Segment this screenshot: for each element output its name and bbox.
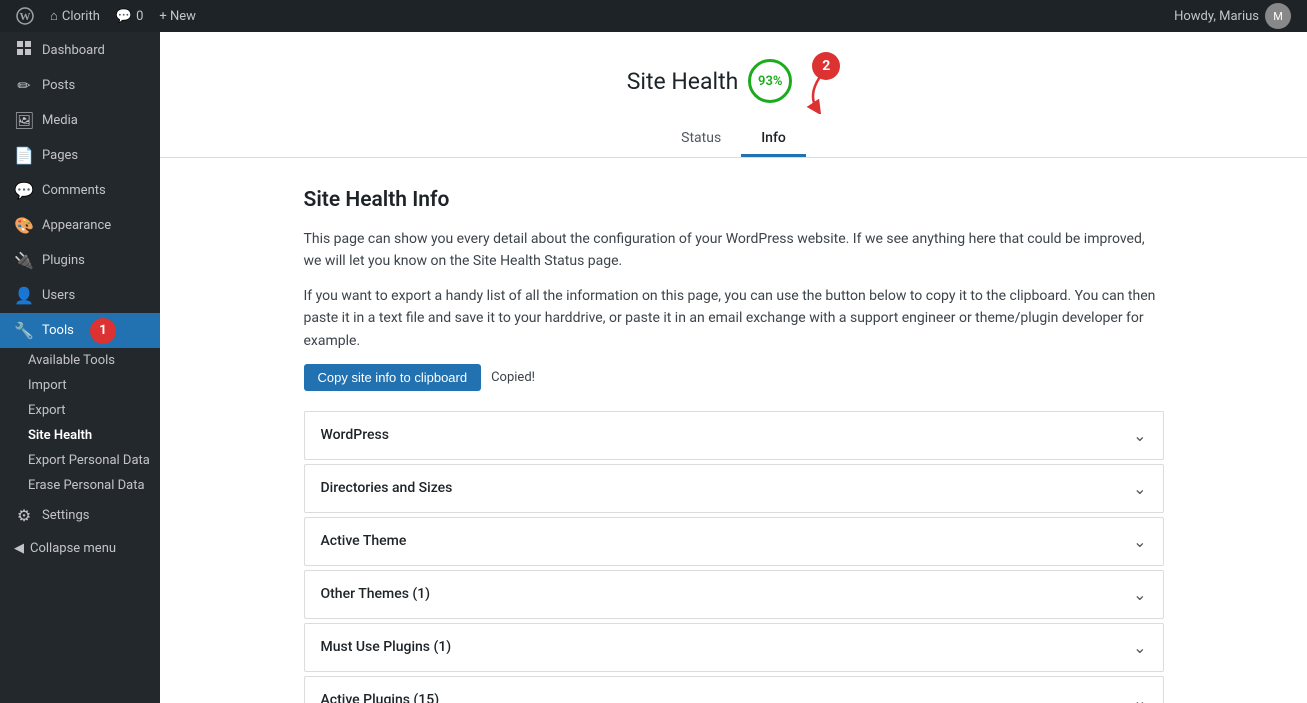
comments-icon: 💬 <box>14 181 34 200</box>
sidebar-sub-export-personal[interactable]: Export Personal Data <box>0 448 160 473</box>
copy-btn-row: Copy site info to clipboard Copied! <box>304 364 1164 391</box>
topbar-howdy: Howdy, Marius M <box>1166 3 1299 29</box>
chevron-down-icon: ⌄ <box>1133 479 1146 498</box>
main-content: Site Health 93% 2 <box>160 32 1307 703</box>
layout: Dashboard ✏ Posts 🖼 Media 📄 Pages 💬 Comm… <box>0 32 1307 703</box>
description-2: If you want to export a handy list of al… <box>304 285 1164 352</box>
topbar: W ⌂ Clorith 💬 0 + New Howdy, Marius M <box>0 0 1307 32</box>
tools-submenu: Available Tools Import Export Site Healt… <box>0 348 160 498</box>
settings-icon: ⚙ <box>14 506 34 525</box>
tools-icon: 🔧 <box>14 321 34 340</box>
svg-text:W: W <box>20 11 31 23</box>
sidebar-item-media[interactable]: 🖼 Media <box>0 103 160 138</box>
avatar: M <box>1265 3 1291 29</box>
sidebar-sub-site-health[interactable]: Site Health <box>0 423 160 448</box>
users-icon: 👤 <box>14 286 34 305</box>
sidebar-item-comments[interactable]: 💬 Comments <box>0 173 160 208</box>
accordion-header-must-use[interactable]: Must Use Plugins (1) ⌄ <box>305 624 1163 671</box>
section-title: Site Health Info <box>304 188 1164 212</box>
sidebar: Dashboard ✏ Posts 🖼 Media 📄 Pages 💬 Comm… <box>0 32 160 703</box>
tab-status[interactable]: Status <box>661 122 741 157</box>
copied-feedback: Copied! <box>491 370 535 385</box>
content-area: Site Health 93% 2 <box>160 32 1307 703</box>
sidebar-sub-import[interactable]: Import <box>0 373 160 398</box>
accordion-active-theme: Active Theme ⌄ <box>304 517 1164 566</box>
sidebar-item-settings[interactable]: ⚙ Settings <box>0 498 160 533</box>
topbar-new[interactable]: + New <box>151 9 204 24</box>
info-content: Site Health Info This page can show you … <box>284 158 1184 703</box>
sidebar-item-plugins[interactable]: 🔌 Plugins <box>0 243 160 278</box>
appearance-icon: 🎨 <box>14 216 34 235</box>
comment-icon: 💬 <box>116 9 132 24</box>
annotation-2-container: 2 <box>812 52 840 110</box>
site-health-tabs: Status Info <box>160 122 1307 157</box>
accordion-header-active-theme[interactable]: Active Theme ⌄ <box>305 518 1163 565</box>
wp-logo[interactable]: W <box>8 7 42 25</box>
health-score-circle: 93% <box>748 59 792 103</box>
topbar-site-name[interactable]: ⌂ Clorith <box>42 8 108 24</box>
collapse-icon: ◀ <box>14 541 24 556</box>
media-icon: 🖼 <box>14 111 34 130</box>
dashboard-icon <box>14 40 34 60</box>
annotation-arrow <box>802 74 852 114</box>
site-health-header: Site Health 93% 2 <box>160 32 1307 158</box>
accordion-active-plugins: Active Plugins (15) ⌄ <box>304 676 1164 703</box>
chevron-down-icon: ⌄ <box>1133 532 1146 551</box>
accordion-must-use: Must Use Plugins (1) ⌄ <box>304 623 1164 672</box>
plugins-icon: 🔌 <box>14 251 34 270</box>
collapse-menu[interactable]: ◀ Collapse menu <box>0 533 160 564</box>
sidebar-item-pages[interactable]: 📄 Pages <box>0 138 160 173</box>
sidebar-sub-erase-personal[interactable]: Erase Personal Data <box>0 473 160 498</box>
sidebar-item-appearance[interactable]: 🎨 Appearance <box>0 208 160 243</box>
accordion-header-active-plugins[interactable]: Active Plugins (15) ⌄ <box>305 677 1163 703</box>
accordion-wordpress: WordPress ⌄ <box>304 411 1164 460</box>
sidebar-item-tools[interactable]: 🔧 Tools <box>0 313 160 348</box>
annotation-badge-1: 1 <box>90 318 116 344</box>
sidebar-item-posts[interactable]: ✏ Posts <box>0 68 160 103</box>
chevron-down-icon: ⌄ <box>1133 638 1146 657</box>
chevron-down-icon: ⌄ <box>1133 585 1146 604</box>
tab-info[interactable]: Info <box>741 122 806 157</box>
sidebar-sub-export[interactable]: Export <box>0 398 160 423</box>
accordion-directories: Directories and Sizes ⌄ <box>304 464 1164 513</box>
posts-icon: ✏ <box>14 76 34 95</box>
sidebar-item-dashboard[interactable]: Dashboard <box>0 32 160 68</box>
sidebar-item-users[interactable]: 👤 Users <box>0 278 160 313</box>
accordion-header-wordpress[interactable]: WordPress ⌄ <box>305 412 1163 459</box>
copy-site-info-button[interactable]: Copy site info to clipboard <box>304 364 482 391</box>
description-1: This page can show you every detail abou… <box>304 228 1164 273</box>
home-icon: ⌂ <box>50 8 58 24</box>
chevron-down-icon: ⌄ <box>1133 426 1146 445</box>
pages-icon: 📄 <box>14 146 34 165</box>
sidebar-sub-available-tools[interactable]: Available Tools <box>0 348 160 373</box>
page-title: Site Health <box>627 68 739 95</box>
title-row: Site Health 93% 2 <box>160 52 1307 110</box>
accordion-other-themes: Other Themes (1) ⌄ <box>304 570 1164 619</box>
chevron-down-icon: ⌄ <box>1133 691 1146 703</box>
accordion-header-directories[interactable]: Directories and Sizes ⌄ <box>305 465 1163 512</box>
accordion-header-other-themes[interactable]: Other Themes (1) ⌄ <box>305 571 1163 618</box>
topbar-comments[interactable]: 💬 0 <box>108 9 152 24</box>
